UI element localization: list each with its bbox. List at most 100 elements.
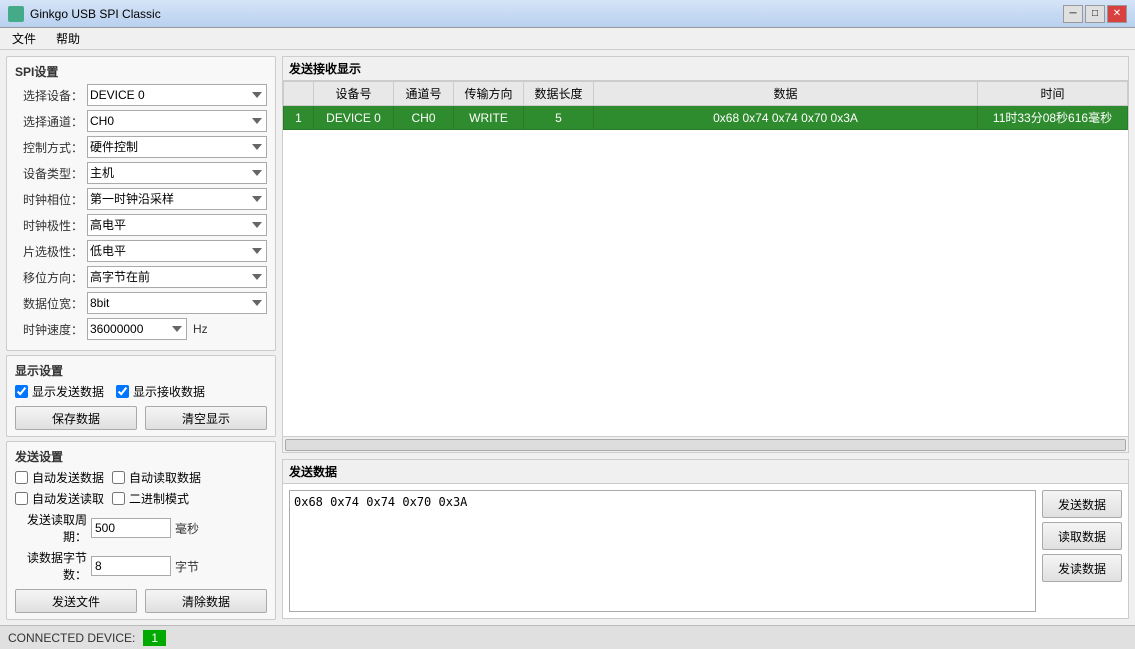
binary-mode-checkbox[interactable]: 二进制模式: [112, 490, 189, 507]
menu-help[interactable]: 帮助: [48, 28, 88, 49]
show-recv-checkbox[interactable]: 显示接收数据: [116, 383, 205, 400]
control-label: 控制方式：: [15, 139, 83, 156]
clock-polarity-row: 时钟极性： 高电平: [15, 214, 267, 236]
table-cell: 11时33分08秒616毫秒: [978, 106, 1128, 130]
auto-send-input[interactable]: [15, 471, 28, 484]
table-cell: CH0: [394, 106, 454, 130]
clear-data-button[interactable]: 清除数据: [145, 589, 267, 613]
display-button-row: 保存数据 清空显示: [15, 406, 267, 430]
shift-dir-select[interactable]: 高字节在前: [87, 266, 267, 288]
device-type-select[interactable]: 主机: [87, 162, 267, 184]
period-row: 发送读取周期： 毫秒: [15, 511, 267, 545]
cs-polarity-row: 片选极性： 低电平: [15, 240, 267, 262]
show-recv-input[interactable]: [116, 385, 129, 398]
save-data-button[interactable]: 保存数据: [15, 406, 137, 430]
send-data-button[interactable]: 发送数据: [1042, 490, 1122, 518]
minimize-button[interactable]: ─: [1063, 5, 1083, 23]
read-data-button[interactable]: 读取数据: [1042, 522, 1122, 550]
display-settings-group: 显示设置 显示发送数据 显示接收数据 保存数据 清空显示: [6, 355, 276, 437]
auto-read-input[interactable]: [112, 471, 125, 484]
receive-display-box: 发送接收显示 设备号 通道号 传输方向 数据长度 数据 时间: [282, 56, 1129, 453]
col-header-channel: 通道号: [394, 82, 454, 106]
channel-select[interactable]: CH0: [87, 110, 267, 132]
window-controls: ─ □ ✕: [1063, 5, 1127, 23]
col-header-direction: 传输方向: [454, 82, 524, 106]
col-header-data: 数据: [594, 82, 978, 106]
auto-read-checkbox[interactable]: 自动读取数据: [112, 469, 201, 486]
device-row: 选择设备： DEVICE 0: [15, 84, 267, 106]
send-settings-title: 发送设置: [15, 448, 267, 465]
horizontal-scrollbar[interactable]: [283, 436, 1128, 452]
shift-dir-row: 移位方向： 高字节在前: [15, 266, 267, 288]
col-header-length: 数据长度: [524, 82, 594, 106]
auto-send-label: 自动发送数据: [32, 469, 104, 486]
send-data-content: 0x68 0x74 0x74 0x70 0x3A 发送数据 读取数据 发读数据: [283, 484, 1128, 618]
clock-speed-row: 时钟速度： 36000000 Hz: [15, 318, 267, 340]
app-icon: [8, 6, 24, 22]
table-cell: DEVICE 0: [314, 106, 394, 130]
receive-display-header: 发送接收显示: [283, 57, 1128, 81]
binary-mode-label: 二进制模式: [129, 490, 189, 507]
left-panel: SPI设置 选择设备： DEVICE 0 选择通道： CH0 控制方式： 硬件控…: [6, 56, 276, 619]
control-select[interactable]: 硬件控制: [87, 136, 267, 158]
device-type-row: 设备类型： 主机: [15, 162, 267, 184]
spi-settings-group: SPI设置 选择设备： DEVICE 0 选择通道： CH0 控制方式： 硬件控…: [6, 56, 276, 351]
auto-check-row2: 自动发送读取 二进制模式: [15, 490, 267, 507]
device-select[interactable]: DEVICE 0: [87, 84, 267, 106]
display-settings-title: 显示设置: [15, 362, 267, 379]
send-file-button-row: 发送文件 清除数据: [15, 589, 267, 613]
send-data-header: 发送数据: [283, 460, 1128, 484]
receive-table-container[interactable]: 设备号 通道号 传输方向 数据长度 数据 时间 1DEVICE 0CH0WRIT…: [283, 81, 1128, 436]
send-file-button[interactable]: 发送文件: [15, 589, 137, 613]
clock-phase-select[interactable]: 第一时钟沿采样: [87, 188, 267, 210]
send-textarea-area: 0x68 0x74 0x74 0x70 0x3A: [289, 490, 1036, 612]
show-recv-label: 显示接收数据: [133, 383, 205, 400]
send-data-box: 发送数据 0x68 0x74 0x74 0x70 0x3A 发送数据 读取数据 …: [282, 459, 1129, 619]
auto-send-read-input[interactable]: [15, 492, 28, 505]
send-settings-group: 发送设置 自动发送数据 自动读取数据 自动发送读取 二进制模式: [6, 441, 276, 620]
clear-display-button[interactable]: 清空显示: [145, 406, 267, 430]
period-label: 发送读取周期：: [15, 511, 87, 545]
menu-file[interactable]: 文件: [4, 28, 44, 49]
period-input[interactable]: [91, 518, 171, 538]
table-cell: 5: [524, 106, 594, 130]
menubar: 文件 帮助: [0, 28, 1135, 50]
table-row: 1DEVICE 0CH0WRITE50x68 0x74 0x74 0x70 0x…: [284, 106, 1128, 130]
table-cell: 0x68 0x74 0x74 0x70 0x3A: [594, 106, 978, 130]
channel-row: 选择通道： CH0: [15, 110, 267, 132]
send-buttons: 发送数据 读取数据 发读数据: [1042, 490, 1122, 612]
auto-send-checkbox[interactable]: 自动发送数据: [15, 469, 104, 486]
window-title: Ginkgo USB SPI Classic: [30, 7, 161, 21]
auto-send-read-checkbox[interactable]: 自动发送读取: [15, 490, 104, 507]
read-send-button[interactable]: 发读数据: [1042, 554, 1122, 582]
binary-mode-input[interactable]: [112, 492, 125, 505]
shift-dir-label: 移位方向：: [15, 269, 83, 286]
data-width-select[interactable]: 8bit: [87, 292, 267, 314]
connected-value: 1: [143, 630, 166, 646]
cs-polarity-label: 片选极性：: [15, 243, 83, 260]
clock-phase-row: 时钟相位： 第一时钟沿采样: [15, 188, 267, 210]
byte-count-unit: 字节: [175, 558, 199, 575]
device-label: 选择设备：: [15, 87, 83, 104]
spi-settings-title: SPI设置: [15, 63, 267, 80]
scrollbar-track[interactable]: [285, 439, 1126, 451]
show-send-checkbox[interactable]: 显示发送数据: [15, 383, 104, 400]
receive-table: 设备号 通道号 传输方向 数据长度 数据 时间 1DEVICE 0CH0WRIT…: [283, 81, 1128, 130]
clock-speed-select[interactable]: 36000000: [87, 318, 187, 340]
data-width-row: 数据位宽： 8bit: [15, 292, 267, 314]
close-button[interactable]: ✕: [1107, 5, 1127, 23]
send-data-textarea[interactable]: 0x68 0x74 0x74 0x70 0x3A: [289, 490, 1036, 612]
maximize-button[interactable]: □: [1085, 5, 1105, 23]
auto-read-label: 自动读取数据: [129, 469, 201, 486]
table-cell: WRITE: [454, 106, 524, 130]
cs-polarity-select[interactable]: 低电平: [87, 240, 267, 262]
main-content: SPI设置 选择设备： DEVICE 0 选择通道： CH0 控制方式： 硬件控…: [0, 50, 1135, 625]
device-type-label: 设备类型：: [15, 165, 83, 182]
show-send-input[interactable]: [15, 385, 28, 398]
byte-count-input[interactable]: [91, 556, 171, 576]
clock-polarity-select[interactable]: 高电平: [87, 214, 267, 236]
statusbar: CONNECTED DEVICE: 1: [0, 625, 1135, 649]
auto-send-read-label: 自动发送读取: [32, 490, 104, 507]
period-unit: 毫秒: [175, 520, 199, 537]
control-row: 控制方式： 硬件控制: [15, 136, 267, 158]
